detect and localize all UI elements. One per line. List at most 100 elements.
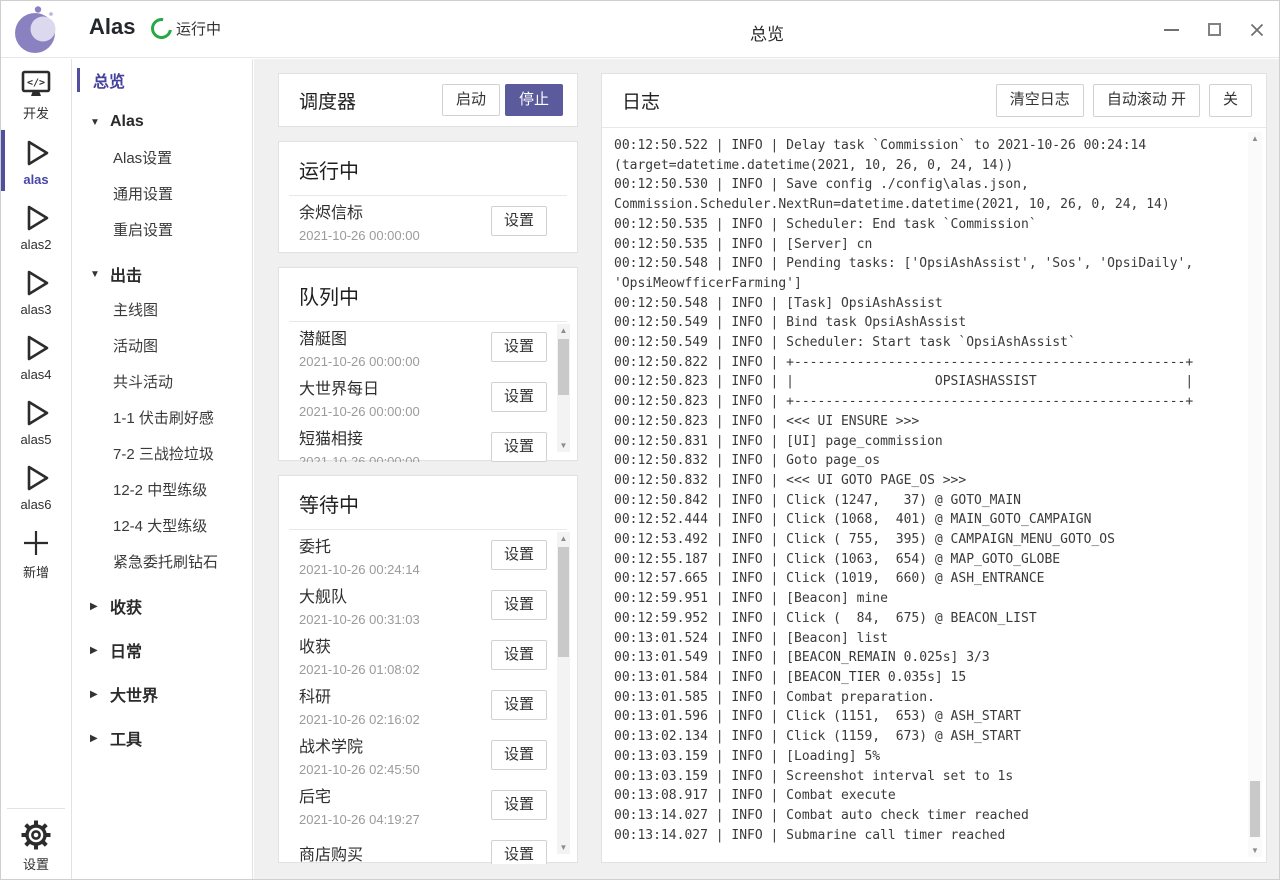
play-icon <box>18 330 54 366</box>
task-info: 短猫相接2021-10-26 00:00:00 <box>299 425 420 462</box>
log-line: 00:13:03.159 | INFO | Screenshot interva… <box>614 767 1244 787</box>
log-line: 00:12:50.823 | INFO | | OPSIASHASSIST | <box>614 372 1244 392</box>
scroll-down-icon[interactable]: ▼ <box>557 439 570 452</box>
clear-log-button[interactable]: 清空日志 <box>996 84 1084 117</box>
scroll-up-icon[interactable]: ▲ <box>557 532 570 545</box>
autoscroll-on-button[interactable]: 自动滚动 开 <box>1093 84 1200 117</box>
task-setting-button[interactable]: 设置 <box>491 740 547 771</box>
task-time: 2021-10-26 04:19:27 <box>299 812 420 827</box>
menu-group-收获[interactable]: ▶收获 <box>73 589 252 623</box>
task-setting-button[interactable]: 设置 <box>491 332 547 363</box>
scroll-down-icon[interactable]: ▼ <box>557 841 570 854</box>
run-status-label: 运行中 <box>176 18 221 39</box>
scheduler-start-button[interactable]: 启动 <box>442 84 500 117</box>
menu-item-1-1 伏击刷好感[interactable]: 1-1 伏击刷好感 <box>73 399 252 435</box>
menu-group-label: 工具 <box>110 726 142 750</box>
rail-item-alas6[interactable]: alas6 <box>1 453 71 518</box>
menu-item-活动图[interactable]: 活动图 <box>73 327 252 363</box>
minimize-button[interactable] <box>1163 22 1179 38</box>
scroll-down-icon[interactable]: ▼ <box>1248 844 1262 857</box>
menu-group-label: Alas <box>110 113 144 131</box>
page-title: 总览 <box>253 20 1280 45</box>
rail-item-dev[interactable]: </>开发 <box>1 59 71 128</box>
menu-group-出击[interactable]: ▼出击 <box>73 257 252 291</box>
task-setting-button[interactable]: 设置 <box>491 840 547 864</box>
top-bar: Alas 运行中 总览 <box>1 1 1280 58</box>
maximize-button[interactable] <box>1206 22 1222 38</box>
rail-item-alas2[interactable]: alas2 <box>1 193 71 258</box>
log-scrollbar-thumb[interactable] <box>1250 781 1260 837</box>
task-info: 大世界每日2021-10-26 00:00:00 <box>299 375 420 419</box>
menu-item-紧急委托刷钻石[interactable]: 紧急委托刷钻石 <box>73 543 252 579</box>
task-info: 战术学院2021-10-26 02:45:50 <box>299 733 420 777</box>
task-info: 商店购买 <box>299 841 363 865</box>
menu-item-主线图[interactable]: 主线图 <box>73 291 252 327</box>
log-card-head: 日志 清空日志 自动滚动 开 关 <box>602 74 1266 128</box>
menu-group-工具[interactable]: ▶工具 <box>73 721 252 755</box>
log-line: 00:12:53.492 | INFO | Click ( 755, 395) … <box>614 530 1244 550</box>
plus-icon <box>18 525 54 561</box>
menu-item-总览[interactable]: 总览 <box>73 65 252 95</box>
menu-item-7-2 三战捡垃圾[interactable]: 7-2 三战捡垃圾 <box>73 435 252 471</box>
task-setting-button[interactable]: 设置 <box>491 432 547 462</box>
log-line: 00:12:50.832 | INFO | <<< UI GOTO PAGE_O… <box>614 471 1244 491</box>
task-name: 短猫相接 <box>299 425 420 449</box>
waiting-title: 等待中 <box>299 489 557 518</box>
rail-item-label: 设置 <box>23 854 49 873</box>
menu-group-Alas[interactable]: ▼Alas <box>73 105 252 139</box>
menu-item-label: 12-2 中型练级 <box>113 479 207 500</box>
task-setting-button[interactable]: 设置 <box>491 790 547 821</box>
chevron-right-icon: ▶ <box>90 689 102 700</box>
log-line: 00:12:50.831 | INFO | [UI] page_commissi… <box>614 432 1244 452</box>
close-button[interactable] <box>1249 22 1265 38</box>
task-setting-button[interactable]: 设置 <box>491 640 547 671</box>
rail-item-label: alas3 <box>20 302 51 317</box>
rail-item-alas5[interactable]: alas5 <box>1 388 71 453</box>
autoscroll-off-button[interactable]: 关 <box>1209 84 1252 117</box>
scheduler-stop-button[interactable]: 停止 <box>505 84 563 117</box>
task-name: 余烬信标 <box>299 199 420 223</box>
menu-group-大世界[interactable]: ▶大世界 <box>73 677 252 711</box>
waiting-scrollbar-thumb[interactable] <box>558 547 569 657</box>
log-line: 00:12:57.665 | INFO | Click (1019, 660) … <box>614 569 1244 589</box>
log-scrollbar[interactable]: ▲ ▼ <box>1248 132 1262 857</box>
task-time: 2021-10-26 02:16:02 <box>299 712 420 727</box>
menu-item-12-4 大型练级[interactable]: 12-4 大型练级 <box>73 507 252 543</box>
rail-item-alas3[interactable]: alas3 <box>1 258 71 323</box>
menu-item-通用设置[interactable]: 通用设置 <box>73 175 252 211</box>
log-line: 00:12:50.548 | INFO | [Task] OpsiAshAssi… <box>614 294 1244 314</box>
task-setting-button[interactable]: 设置 <box>491 590 547 621</box>
menu-group-日常[interactable]: ▶日常 <box>73 633 252 667</box>
log-line: 00:12:50.832 | INFO | Goto page_os <box>614 451 1244 471</box>
rail-item-alas[interactable]: alas <box>1 128 71 193</box>
rail-item-alas4[interactable]: alas4 <box>1 323 71 388</box>
scroll-up-icon[interactable]: ▲ <box>1248 132 1262 145</box>
log-line: 00:12:50.842 | INFO | Click (1247, 37) @… <box>614 491 1244 511</box>
menu-item-Alas设置[interactable]: Alas设置 <box>73 139 252 175</box>
menu-item-label: 总览 <box>93 68 125 92</box>
task-setting-button[interactable]: 设置 <box>491 540 547 571</box>
app-name: Alas <box>89 14 135 40</box>
pending-scrollbar[interactable]: ▲ ▼ <box>557 324 570 452</box>
log-line: 00:12:59.951 | INFO | [Beacon] mine <box>614 589 1244 609</box>
rail-item-label: alas <box>23 172 48 187</box>
task-setting-button[interactable]: 设置 <box>491 690 547 721</box>
task-name: 委托 <box>299 533 420 557</box>
menu-item-label: 主线图 <box>113 299 158 320</box>
waiting-scrollbar[interactable]: ▲ ▼ <box>557 532 570 854</box>
menu-item-共斗活动[interactable]: 共斗活动 <box>73 363 252 399</box>
menu-item-重启设置[interactable]: 重启设置 <box>73 211 252 247</box>
scroll-up-icon[interactable]: ▲ <box>557 324 570 337</box>
menu-item-label: 紧急委托刷钻石 <box>113 551 218 572</box>
log-line: 00:13:14.027 | INFO | Combat auto check … <box>614 806 1244 826</box>
task-setting-button[interactable]: 设置 <box>491 382 547 413</box>
rail-item-add[interactable]: 新增 <box>1 518 71 587</box>
task-setting-button[interactable]: 设置 <box>491 206 547 237</box>
menu-item-12-2 中型练级[interactable]: 12-2 中型练级 <box>73 471 252 507</box>
task-row: 收获2021-10-26 01:08:02设置 <box>279 630 577 680</box>
rail-item-settings[interactable]: 设置 <box>7 808 65 873</box>
menu-item-label: 12-4 大型练级 <box>113 515 207 536</box>
pending-scrollbar-thumb[interactable] <box>558 339 569 395</box>
scheduler-title: 调度器 <box>299 87 356 114</box>
running-title: 运行中 <box>299 155 557 184</box>
